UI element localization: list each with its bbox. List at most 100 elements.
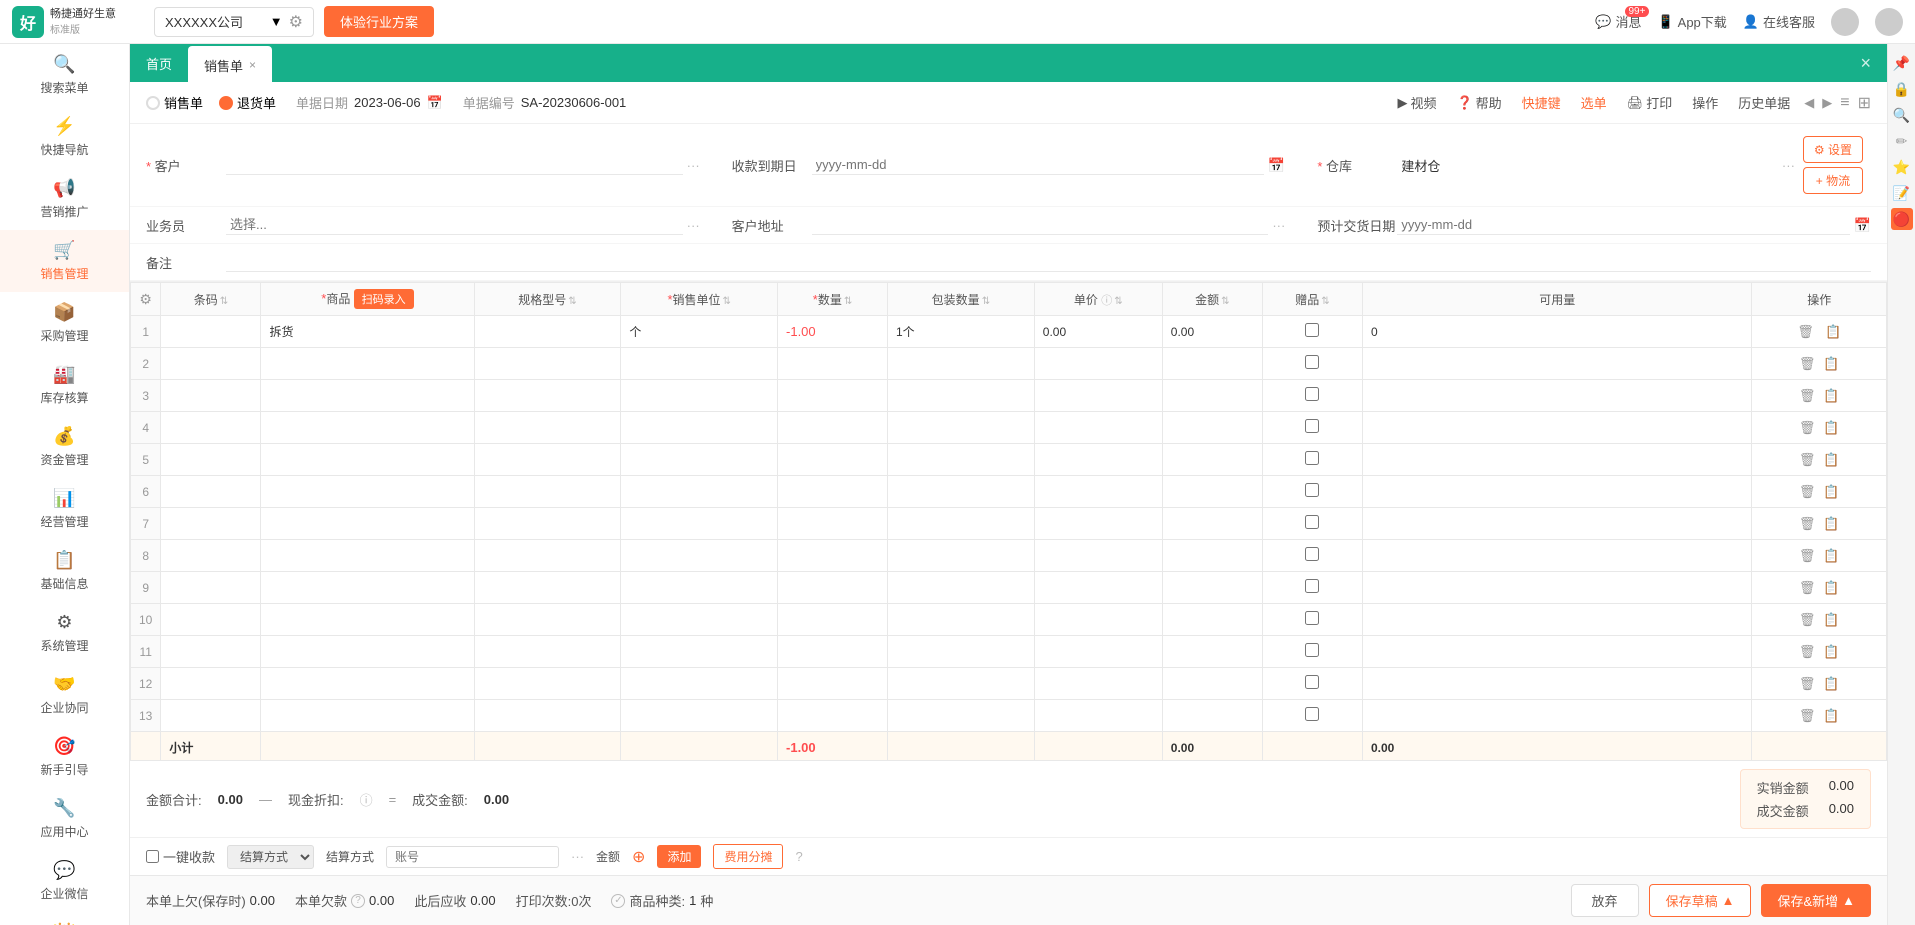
- nav-next-icon[interactable]: ▶: [1822, 95, 1832, 111]
- company-selector[interactable]: XXXXXX公司 ▼ ⚙: [154, 7, 314, 37]
- copy-icon-2[interactable]: 📋: [1823, 356, 1839, 371]
- product-cell-1[interactable]: 拆货: [261, 316, 474, 348]
- settings-button[interactable]: ⚙ 设置: [1803, 136, 1863, 163]
- app-download-button[interactable]: 📱 App下载: [1657, 12, 1726, 31]
- logistics-button[interactable]: + 物流: [1803, 167, 1863, 194]
- spec-sort-icon[interactable]: ⇅: [568, 296, 576, 307]
- save-draft-button[interactable]: 保存草稿 ▲: [1649, 884, 1752, 917]
- add-payment-button[interactable]: 添加: [657, 845, 701, 868]
- right-panel-note-icon[interactable]: 📝: [1891, 182, 1913, 204]
- customer-addr-dots-icon[interactable]: ···: [1272, 218, 1285, 233]
- radio-return-order[interactable]: 退货单: [219, 93, 276, 112]
- salesperson-dots-icon[interactable]: ···: [687, 218, 700, 233]
- help-button[interactable]: ❓ 帮助: [1450, 90, 1507, 115]
- delete-icon-2[interactable]: 🗑: [1799, 356, 1816, 371]
- price-cell-1[interactable]: 0.00: [1034, 316, 1162, 348]
- spec-cell-1[interactable]: [474, 316, 621, 348]
- barcode-cell-1[interactable]: [161, 316, 261, 348]
- select-button[interactable]: 选单: [1575, 90, 1613, 115]
- avatar-2[interactable]: [1875, 8, 1903, 36]
- sidebar-item-shortcut[interactable]: ⚡ 快捷导航: [0, 106, 129, 168]
- grid-settings-icon[interactable]: ⚙: [139, 291, 152, 307]
- right-panel-alert-icon[interactable]: 🔴: [1891, 208, 1913, 230]
- sidebar-item-search[interactable]: 🔍 搜索菜单: [0, 44, 129, 106]
- sidebar-item-inventory[interactable]: 🏭 库存核算: [0, 354, 129, 416]
- expected-date-calendar-icon[interactable]: 📅: [1854, 217, 1871, 234]
- notes-input[interactable]: [226, 252, 1871, 272]
- view-grid-icon[interactable]: ⊞: [1858, 93, 1871, 113]
- customer-input[interactable]: [226, 155, 683, 175]
- customer-dots-icon[interactable]: ···: [687, 158, 700, 173]
- add-circle-icon[interactable]: ⊕: [632, 847, 645, 867]
- qty-cell-1[interactable]: -1.00: [778, 316, 888, 348]
- sidebar-item-system[interactable]: ⚙ 系统管理: [0, 602, 129, 664]
- save-new-button[interactable]: 保存&新增 ▲: [1761, 884, 1871, 917]
- shortcut-key-button[interactable]: 快捷键: [1516, 90, 1567, 115]
- tab-home[interactable]: 首页: [130, 44, 188, 82]
- info-icon[interactable]: ⓘ: [360, 790, 373, 809]
- unit-cell-1[interactable]: 个: [621, 316, 778, 348]
- sidebar-item-finance[interactable]: 💰 资金管理: [0, 416, 129, 478]
- discard-button[interactable]: 放弃: [1571, 884, 1639, 917]
- avatar[interactable]: [1831, 8, 1859, 36]
- sidebar-item-operations[interactable]: 📊 经营管理: [0, 478, 129, 540]
- qty-sort-icon[interactable]: ⇅: [844, 296, 852, 307]
- tab-close-icon[interactable]: ×: [249, 58, 256, 72]
- video-button[interactable]: ▶ 视频: [1391, 90, 1442, 115]
- scan-button[interactable]: 扫码录入: [354, 289, 414, 309]
- gift-checkbox-1[interactable]: [1305, 323, 1319, 337]
- amount-sort-icon[interactable]: ⇅: [1221, 296, 1229, 307]
- right-panel-edit-icon[interactable]: ✏: [1891, 130, 1913, 152]
- sidebar-item-purchase[interactable]: 📦 采购管理: [0, 292, 129, 354]
- tab-sales-order[interactable]: 销售单 ×: [188, 46, 272, 84]
- sidebar-item-enterprise[interactable]: 🤝 企业协同: [0, 664, 129, 726]
- gift-sort-icon[interactable]: ⇅: [1321, 296, 1329, 307]
- col-settings[interactable]: ⚙: [131, 283, 161, 316]
- gift-checkbox-2[interactable]: [1305, 355, 1319, 369]
- online-service-button[interactable]: 👤 在线客服: [1743, 12, 1815, 31]
- view-list-icon[interactable]: ≡: [1840, 94, 1849, 112]
- copy-icon-1[interactable]: 📋: [1825, 324, 1841, 339]
- message-button[interactable]: 💬 消息 99+: [1595, 12, 1641, 31]
- operation-cell-1[interactable]: 🗑 📋: [1752, 316, 1887, 348]
- unit-sort-icon[interactable]: ⇅: [723, 296, 731, 307]
- nav-prev-icon[interactable]: ◀: [1804, 95, 1814, 111]
- sidebar-item-member[interactable]: 👑 畅会员: [0, 912, 129, 925]
- customer-addr-input[interactable]: [812, 215, 1269, 235]
- one-click-checkbox[interactable]: [146, 850, 159, 863]
- pkg-qty-cell-1[interactable]: 1个: [887, 316, 1034, 348]
- goods-type-check-icon[interactable]: ✓: [611, 894, 625, 908]
- price-sort-icon[interactable]: ⇅: [1114, 296, 1122, 307]
- pay-method-select[interactable]: 结算方式: [227, 845, 314, 869]
- operation-button[interactable]: 操作: [1686, 90, 1724, 115]
- print-button[interactable]: 🖨 打印: [1621, 90, 1679, 115]
- right-panel-search-icon[interactable]: 🔍: [1891, 104, 1913, 126]
- payment-due-input[interactable]: [812, 155, 1264, 175]
- sidebar-item-wechat[interactable]: 💬 企业微信: [0, 850, 129, 912]
- warehouse-dots-icon[interactable]: ···: [1782, 158, 1795, 173]
- gift-cell-1[interactable]: [1262, 316, 1362, 348]
- sidebar-item-marketing[interactable]: 📢 营销推广: [0, 168, 129, 230]
- calendar-icon[interactable]: 📅: [427, 95, 443, 111]
- right-panel-pin-icon[interactable]: 📌: [1891, 52, 1913, 74]
- sidebar-item-sales[interactable]: 🛒 销售管理: [0, 230, 129, 292]
- amount-cell-1[interactable]: 0.00: [1162, 316, 1262, 348]
- right-panel-lock-icon[interactable]: 🔒: [1891, 78, 1913, 100]
- payment-due-calendar-icon[interactable]: 📅: [1268, 157, 1285, 174]
- delete-icon-1[interactable]: 🗑: [1797, 324, 1814, 339]
- pkg-qty-sort-icon[interactable]: ⇅: [982, 296, 990, 307]
- sidebar-item-guide[interactable]: 🎯 新手引导: [0, 726, 129, 788]
- account-input[interactable]: [386, 846, 559, 868]
- payment-help-icon[interactable]: ?: [795, 849, 802, 864]
- barcode-sort-icon[interactable]: ⇅: [220, 296, 228, 307]
- settings-icon[interactable]: ⚙: [289, 12, 303, 32]
- trial-button[interactable]: 体验行业方案: [324, 6, 434, 37]
- sidebar-item-basic-info[interactable]: 📋 基础信息: [0, 540, 129, 602]
- right-panel-star-icon[interactable]: ⭐: [1891, 156, 1913, 178]
- expense-button[interactable]: 费用分摊: [713, 844, 783, 869]
- radio-sales-order[interactable]: 销售单: [146, 93, 203, 112]
- expected-date-input[interactable]: [1397, 215, 1849, 235]
- price-info-icon[interactable]: ⓘ: [1101, 295, 1112, 307]
- account-dots-icon[interactable]: ···: [571, 849, 584, 864]
- one-click-pay[interactable]: 一键收款: [146, 847, 215, 866]
